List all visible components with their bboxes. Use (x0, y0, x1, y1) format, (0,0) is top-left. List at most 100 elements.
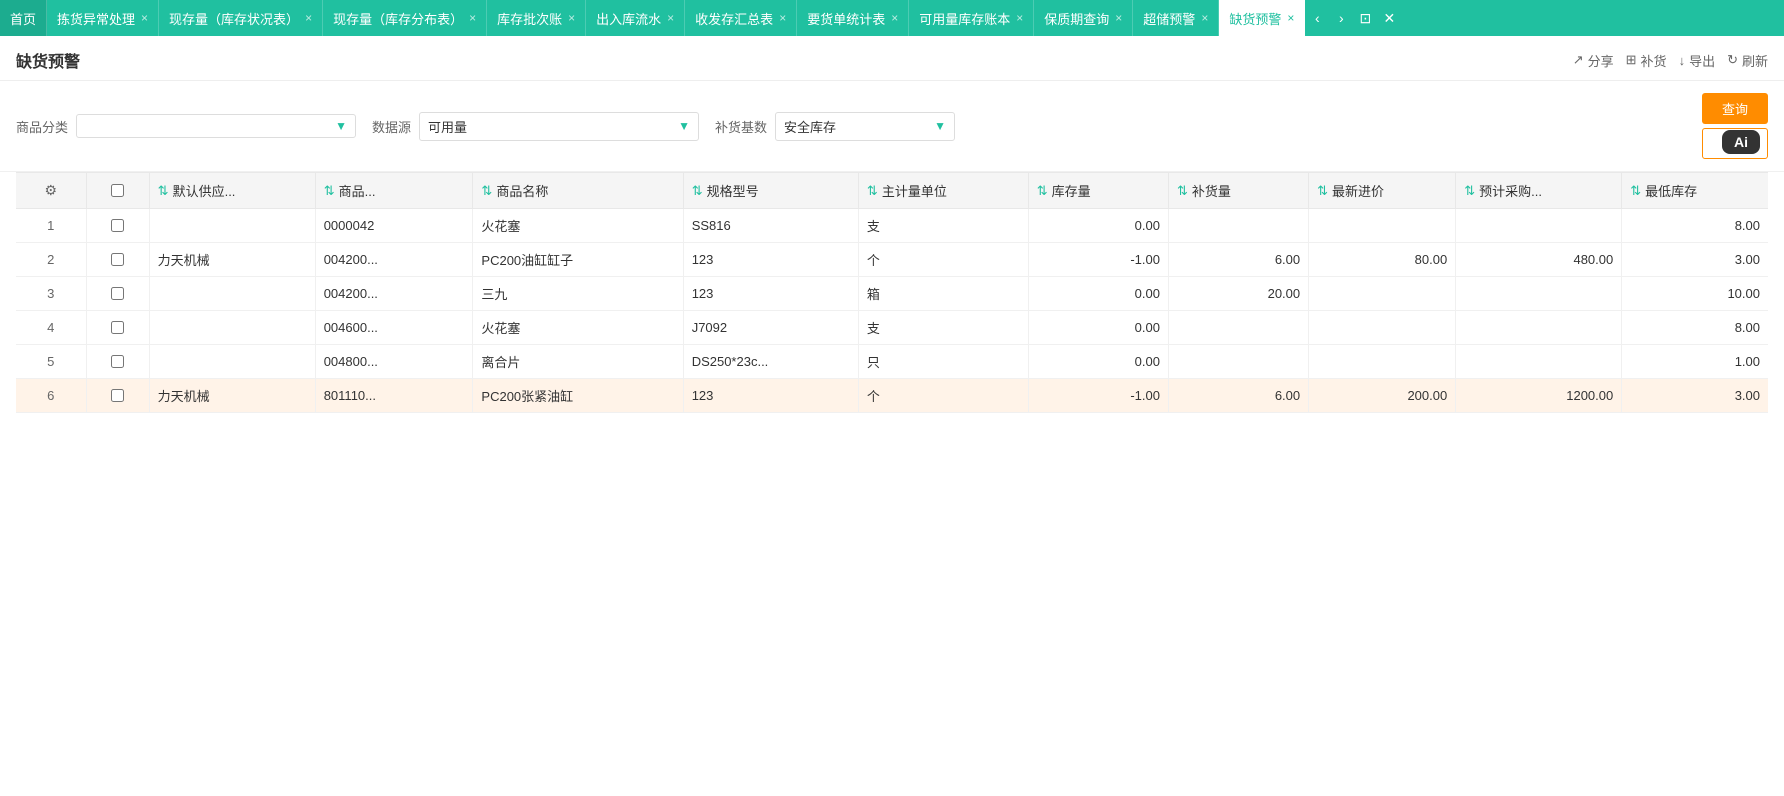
table-header-row: ⚙ ⇅ 默认供应... (16, 173, 1768, 209)
tab-restore-btn[interactable]: ⊡ (1353, 0, 1377, 36)
query-button[interactable]: 查询 (1702, 93, 1768, 124)
cell-spec: DS250*23c... (683, 345, 858, 379)
tab-inventory-status[interactable]: 现存量（库存状况表） × (159, 0, 323, 36)
th-goods-code[interactable]: ⇅ 商品... (315, 173, 473, 209)
tab-inventory-dist[interactable]: 现存量（库存分布表） × (323, 0, 487, 36)
row-checkbox[interactable] (111, 321, 124, 334)
tab-close-batch-account[interactable]: × (568, 11, 575, 25)
cell-unit: 只 (858, 345, 1028, 379)
tab-close-inventory-dist[interactable]: × (469, 11, 476, 25)
page-header: 缺货预警 ↗ 分享 ⊞ 补货 ↓ 导出 ↻ 刷新 (0, 36, 1784, 81)
select-all-checkbox[interactable] (111, 184, 124, 197)
table-row: 6 力天机械 801110... PC200张紧油缸 123 个 -1.00 6… (16, 379, 1768, 413)
cell-supplier (149, 311, 315, 345)
th-est-purchase[interactable]: ⇅ 预计采购... (1456, 173, 1622, 209)
tab-close-available[interactable]: × (1016, 11, 1023, 25)
datasource-select[interactable]: 可用量 ▼ (419, 112, 699, 141)
cell-check[interactable] (86, 311, 149, 345)
cell-check[interactable] (86, 243, 149, 277)
tab-close-summary[interactable]: × (779, 11, 786, 25)
th-stock[interactable]: ⇅ 库存量 (1028, 173, 1168, 209)
cell-stock: 0.00 (1028, 209, 1168, 243)
unit-sort-icon: ⇅ (867, 183, 878, 199)
tab-prev-btn[interactable]: ‹ (1305, 0, 1329, 36)
cell-index: 1 (16, 209, 86, 243)
th-supplier[interactable]: ⇅ 默认供应... (149, 173, 315, 209)
cell-stock: -1.00 (1028, 243, 1168, 277)
cell-index: 4 (16, 311, 86, 345)
th-goods-name[interactable]: ⇅ 商品名称 (473, 173, 683, 209)
tab-next-btn[interactable]: › (1329, 0, 1353, 36)
tab-summary[interactable]: 收发存汇总表 × (685, 0, 797, 36)
cell-min-stock: 3.00 (1622, 379, 1768, 413)
replenish-base-label: 补货基数 (715, 117, 767, 136)
cell-check[interactable] (86, 209, 149, 243)
tab-close-overstock[interactable]: × (1201, 11, 1208, 25)
row-checkbox[interactable] (111, 389, 124, 402)
cell-check[interactable] (86, 345, 149, 379)
th-replenish[interactable]: ⇅ 补货量 (1168, 173, 1308, 209)
export-btn[interactable]: ↓ 导出 (1679, 51, 1716, 70)
cell-check[interactable] (86, 277, 149, 311)
th-check[interactable] (86, 173, 149, 209)
tab-expiry[interactable]: 保质期查询 × (1034, 0, 1133, 36)
tab-batch-account[interactable]: 库存批次账 × (487, 0, 586, 36)
cell-min-stock: 3.00 (1622, 243, 1768, 277)
cell-unit: 个 (858, 379, 1028, 413)
replenish-base-select[interactable]: 安全库存 ▼ (775, 112, 955, 141)
th-unit[interactable]: ⇅ 主计量单位 (858, 173, 1028, 209)
tab-shortage[interactable]: 缺货预警 × (1219, 0, 1305, 36)
tab-close-inventory-status[interactable]: × (305, 11, 312, 25)
tab-close-flow[interactable]: × (667, 11, 674, 25)
th-spec[interactable]: ⇅ 规格型号 (683, 173, 858, 209)
tab-available[interactable]: 可用量库存账本 × (909, 0, 1034, 36)
goods-name-sort-icon: ⇅ (481, 183, 492, 199)
share-btn[interactable]: ↗ 分享 (1573, 51, 1614, 70)
cell-goods-code: 004200... (315, 277, 473, 311)
cell-spec: 123 (683, 277, 858, 311)
replenish-btn[interactable]: ⊞ 补货 (1626, 51, 1667, 70)
cell-goods-name: 火花塞 (473, 209, 683, 243)
row-checkbox[interactable] (111, 355, 124, 368)
gear-icon[interactable]: ⚙ (45, 182, 58, 198)
min-stock-sort-icon: ⇅ (1630, 183, 1641, 199)
tab-order-stat[interactable]: 要货单统计表 × (797, 0, 909, 36)
cell-min-stock: 10.00 (1622, 277, 1768, 311)
cell-latest-price (1309, 277, 1456, 311)
category-select[interactable]: ▼ (76, 114, 356, 138)
row-checkbox[interactable] (111, 287, 124, 300)
page-title: 缺货预警 (16, 48, 80, 72)
tab-picking[interactable]: 拣货异常处理 × (47, 0, 159, 36)
tab-close-expiry[interactable]: × (1115, 11, 1122, 25)
th-settings[interactable]: ⚙ (16, 173, 86, 209)
price-sort-icon: ⇅ (1317, 183, 1328, 199)
tab-overstock[interactable]: 超储预警 × (1133, 0, 1219, 36)
tab-close-all-btn[interactable]: ✕ (1377, 0, 1401, 36)
cell-est-purchase: 1200.00 (1456, 379, 1622, 413)
data-table: ⚙ ⇅ 默认供应... (16, 172, 1768, 413)
tab-close-picking[interactable]: × (141, 11, 148, 25)
row-checkbox[interactable] (111, 253, 124, 266)
tab-home[interactable]: 首页 (0, 0, 47, 36)
row-checkbox[interactable] (111, 219, 124, 232)
th-latest-price[interactable]: ⇅ 最新进价 (1309, 173, 1456, 209)
table-container: ⚙ ⇅ 默认供应... (0, 172, 1784, 413)
filter-group-datasource: 数据源 可用量 ▼ (372, 112, 699, 141)
cell-min-stock: 1.00 (1622, 345, 1768, 379)
cell-latest-price (1309, 345, 1456, 379)
filter-row: 商品分类 ▼ 数据源 可用量 ▼ 补货基数 安全库存 ▼ 查询 设置 (0, 81, 1784, 172)
cell-goods-code: 0000042 (315, 209, 473, 243)
cell-goods-name: PC200张紧油缸 (473, 379, 683, 413)
refresh-btn[interactable]: ↻ 刷新 (1727, 51, 1768, 70)
supplier-sort-icon: ⇅ (158, 183, 169, 199)
cell-goods-code: 004200... (315, 243, 473, 277)
tab-flow[interactable]: 出入库流水 × (586, 0, 685, 36)
cell-check[interactable] (86, 379, 149, 413)
tab-close-order-stat[interactable]: × (891, 11, 898, 25)
cell-spec: J7092 (683, 311, 858, 345)
th-min-stock[interactable]: ⇅ 最低库存 (1622, 173, 1768, 209)
spec-sort-icon: ⇅ (692, 183, 703, 199)
tab-close-shortage[interactable]: × (1287, 11, 1294, 25)
datasource-arrow-icon: ▼ (678, 119, 690, 133)
cell-supplier (149, 277, 315, 311)
